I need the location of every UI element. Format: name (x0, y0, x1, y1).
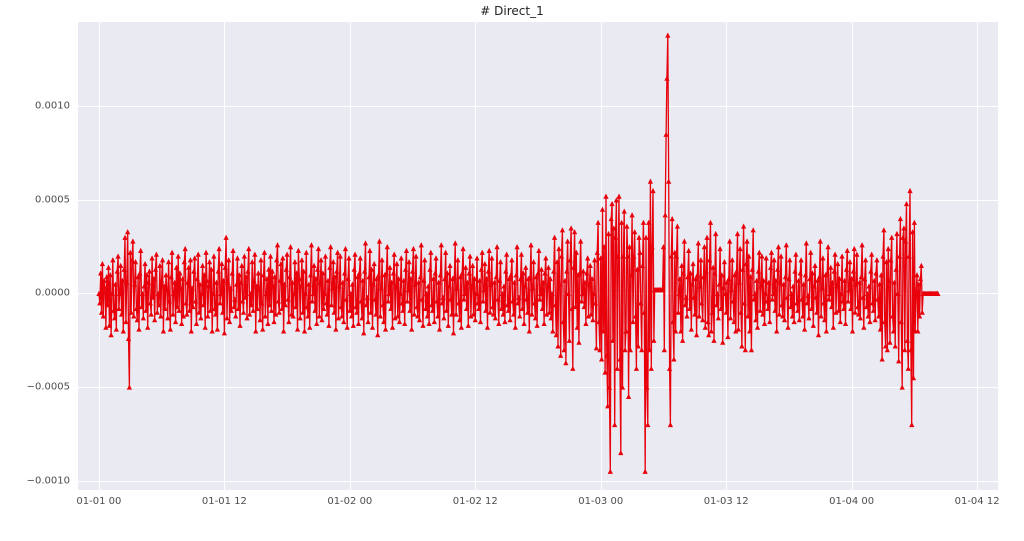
chart-container: # Direct_1 01-01 00 01-01 12 01-02 00 01-02… (0, 0, 1024, 541)
x-tick-label: 01-03 00 (578, 496, 623, 507)
y-tick-label: 0.0010 (0, 101, 70, 112)
y-tick-label: 0.0005 (0, 194, 70, 205)
series-svg (78, 22, 998, 490)
y-tick-label: 0.0000 (0, 288, 70, 299)
series-markers (96, 33, 940, 474)
x-tick-label: 01-04 12 (955, 496, 1000, 507)
plot-area (78, 22, 998, 490)
y-tick-label: −0.0010 (0, 475, 70, 486)
chart-title: # Direct_1 (0, 4, 1024, 18)
x-tick-label: 01-02 00 (327, 496, 372, 507)
x-tick-label: 01-02 12 (453, 496, 498, 507)
x-tick-label: 01-04 00 (829, 496, 874, 507)
x-tick-label: 01-03 12 (704, 496, 749, 507)
x-tick-label: 01-01 00 (76, 496, 121, 507)
y-tick-label: −0.0005 (0, 382, 70, 393)
x-tick-label: 01-01 12 (202, 496, 247, 507)
